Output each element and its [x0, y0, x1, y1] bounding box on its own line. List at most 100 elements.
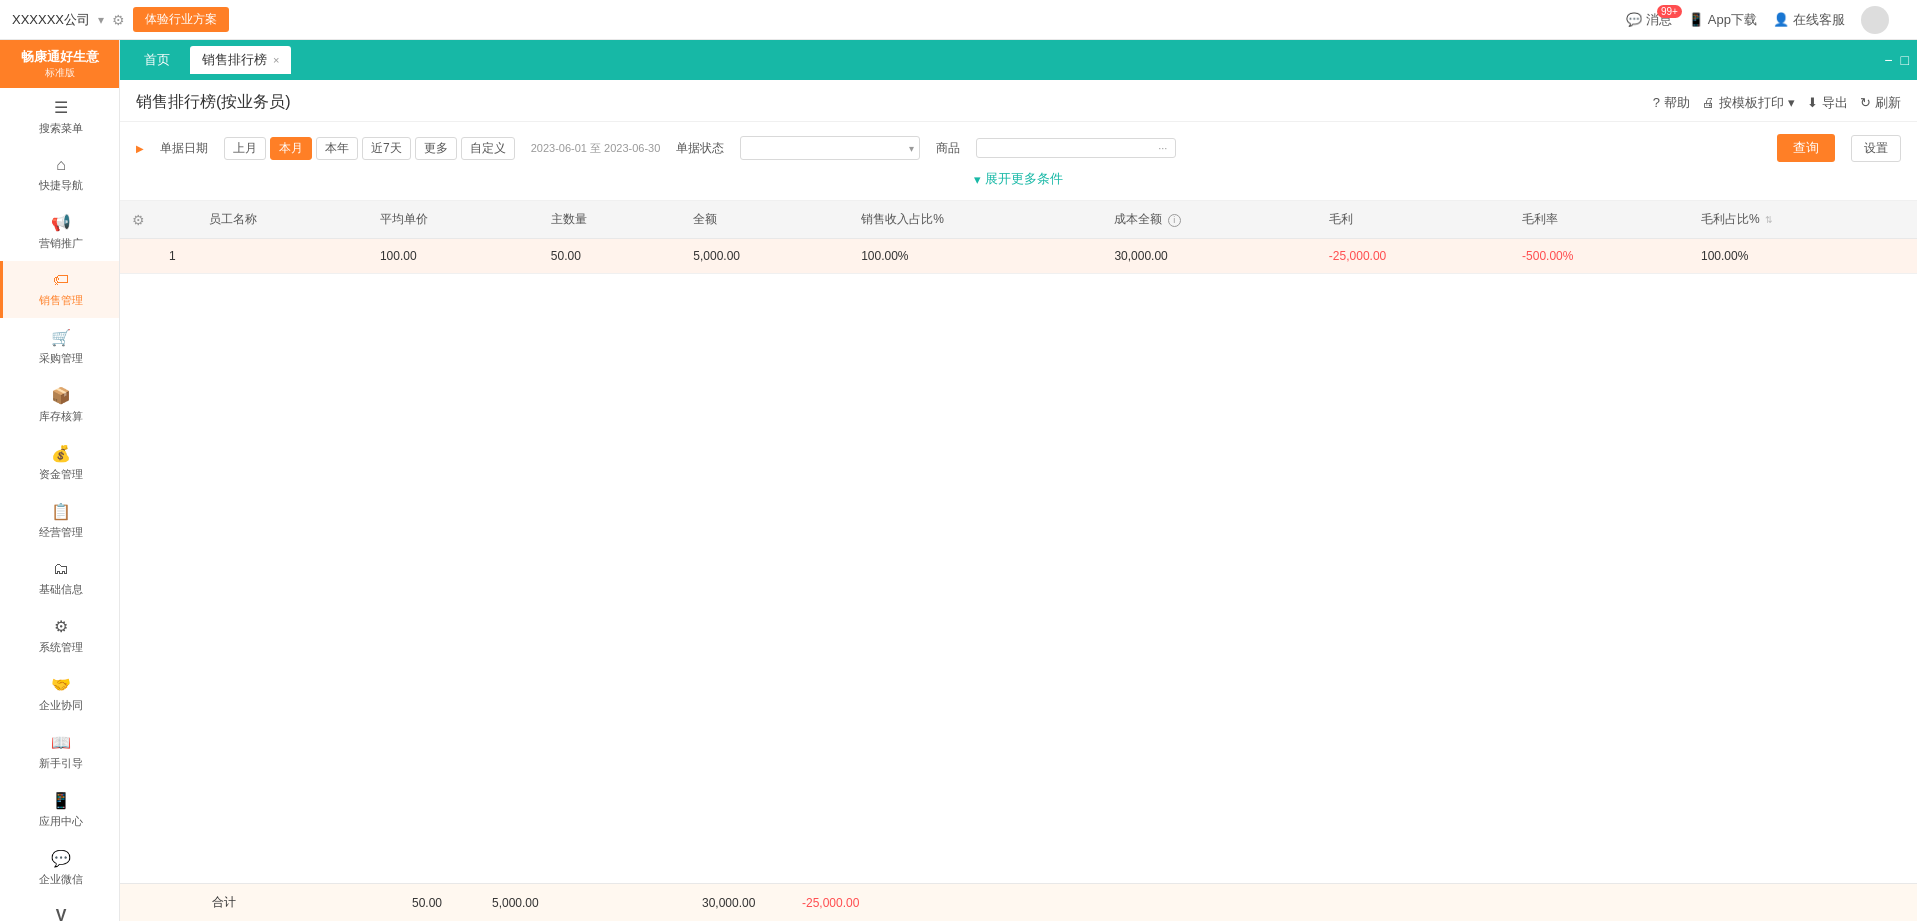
cell-profit: -25,000.00 — [1317, 239, 1510, 274]
help-icon: ? — [1653, 95, 1660, 110]
app-label: App下载 — [1708, 11, 1757, 29]
company-dropdown-icon[interactable]: ▾ — [98, 13, 104, 27]
table-footer: 合计 50.00 5,000.00 30,000.00 -25,000.00 — [120, 883, 1917, 921]
search-menu-icon: ☰ — [54, 98, 68, 117]
sidebar-item-wechat[interactable]: 💬 企业微信 — [0, 839, 119, 897]
sidebar-item-system-label: 系统管理 — [39, 640, 83, 655]
cell-employee — [197, 239, 368, 274]
profit-pct-sort-icon[interactable]: ⇅ — [1765, 215, 1773, 225]
app-download-button[interactable]: 📱 App下载 — [1688, 11, 1757, 29]
apps-icon: 📱 — [51, 791, 71, 810]
help-button[interactable]: ? 帮助 — [1653, 94, 1690, 112]
col-profit: 毛利 — [1317, 201, 1510, 239]
col-qty: 主数量 — [539, 201, 681, 239]
topbar-gear-icon[interactable]: ⚙ — [112, 12, 125, 28]
tab-sales-ranking[interactable]: 销售排行榜 × — [190, 46, 291, 74]
settings-button[interactable]: 设置 — [1851, 135, 1901, 162]
refresh-button[interactable]: ↻ 刷新 — [1860, 94, 1901, 112]
trial-button[interactable]: 体验行业方案 — [133, 7, 229, 32]
sidebar-item-search[interactable]: ☰ 搜索菜单 — [0, 88, 119, 146]
tab-bar-right: − □ — [1884, 52, 1909, 68]
operation-icon: 📋 — [51, 502, 71, 521]
sidebar-item-coop[interactable]: 🤝 企业协同 — [0, 665, 119, 723]
sidebar-item-sales[interactable]: 🏷 销售管理 — [0, 261, 119, 318]
data-table: ⚙ 员工名称 平均单价 主数量 全额 销售收入占比% 成本全额 i 毛利 毛利率 — [120, 201, 1917, 274]
tab-maximize-icon[interactable]: □ — [1901, 52, 1909, 68]
filter-row-1: ▶ 单据日期 上月 本月 本年 近7天 更多 自定义 2023-06-01 至 … — [136, 134, 1901, 162]
logo-line1: 畅康通好生意 — [21, 48, 99, 66]
sidebar-item-member[interactable]: V 畅会员 — [0, 897, 119, 921]
logo-line2: 标准版 — [45, 66, 75, 80]
company-name: XXXXXX公司 — [12, 11, 90, 29]
expand-icon: ▾ — [974, 172, 981, 187]
expand-row: ▾ 展开更多条件 — [136, 170, 1901, 188]
sidebar-item-purchase[interactable]: 🛒 采购管理 — [0, 318, 119, 376]
tab-bar: 首页 销售排行榜 × − □ — [120, 40, 1917, 80]
status-label: 单据状态 — [676, 140, 724, 157]
cell-profit-rate: -500.00% — [1510, 239, 1689, 274]
sidebar-item-quick-nav[interactable]: ⌂ 快捷导航 — [0, 146, 119, 203]
sidebar-item-coop-label: 企业协同 — [39, 698, 83, 713]
message-button[interactable]: 💬 消息 99+ — [1626, 11, 1672, 29]
sidebar-item-guide[interactable]: 📖 新手引导 — [0, 723, 119, 781]
cell-profit-pct: 100.00% — [1689, 239, 1917, 274]
topbar: XXXXXX公司 ▾ ⚙ 体验行业方案 💬 消息 99+ 📱 App下载 👤 在… — [0, 0, 1917, 40]
footer-amount: 5,000.00 — [492, 896, 582, 910]
col-rank — [157, 201, 197, 239]
date-label: 单据日期 — [160, 140, 208, 157]
this-month-btn[interactable]: 本月 — [270, 137, 312, 160]
sidebar-item-finance-label: 资金管理 — [39, 467, 83, 482]
marketing-icon: 📢 — [51, 213, 71, 232]
export-button[interactable]: ⬇ 导出 — [1807, 94, 1848, 112]
cell-settings — [120, 239, 157, 274]
cell-amount: 5,000.00 — [681, 239, 849, 274]
col-avg-price: 平均单价 — [368, 201, 539, 239]
this-year-btn[interactable]: 本年 — [316, 137, 358, 160]
date-filter-group: 上月 本月 本年 近7天 更多 自定义 — [224, 137, 515, 160]
filter-toggle-icon[interactable]: ▶ — [136, 143, 144, 154]
sidebar-item-inventory[interactable]: 📦 库存核算 — [0, 376, 119, 434]
sidebar-item-apps[interactable]: 📱 应用中心 — [0, 781, 119, 839]
topbar-left: XXXXXX公司 ▾ ⚙ 体验行业方案 — [12, 7, 1626, 32]
cost-info-icon[interactable]: i — [1168, 214, 1181, 227]
query-button[interactable]: 查询 — [1777, 134, 1835, 162]
tab-close-icon[interactable]: × — [273, 54, 279, 66]
table-header-row: ⚙ 员工名称 平均单价 主数量 全额 销售收入占比% 成本全额 i 毛利 毛利率 — [120, 201, 1917, 239]
tab-home[interactable]: 首页 — [128, 40, 186, 80]
sidebar-item-sales-label: 销售管理 — [39, 293, 83, 308]
sales-icon: 🏷 — [53, 271, 69, 289]
sidebar-item-finance[interactable]: 💰 资金管理 — [0, 434, 119, 492]
filter-area: ▶ 单据日期 上月 本月 本年 近7天 更多 自定义 2023-06-01 至 … — [120, 122, 1917, 201]
page-body: ⚙ 员工名称 平均单价 主数量 全额 销售收入占比% 成本全额 i 毛利 毛利率 — [120, 201, 1917, 921]
tab-minimize-icon[interactable]: − — [1884, 52, 1892, 68]
status-select[interactable] — [740, 136, 920, 160]
sidebar-item-operation-label: 经营管理 — [39, 525, 83, 540]
service-label: 在线客服 — [1793, 11, 1845, 29]
goods-filter[interactable]: ··· — [976, 138, 1176, 158]
print-button[interactable]: 🖨 按模板打印 ▾ — [1702, 94, 1795, 112]
col-cost: 成本全额 i — [1102, 201, 1316, 239]
online-service-button[interactable]: 👤 在线客服 — [1773, 11, 1845, 29]
col-profit-rate: 毛利率 — [1510, 201, 1689, 239]
sidebar-item-search-label: 搜索菜单 — [39, 121, 83, 136]
col-settings[interactable]: ⚙ — [120, 201, 157, 239]
sidebar-item-operation[interactable]: 📋 经营管理 — [0, 492, 119, 550]
last-month-btn[interactable]: 上月 — [224, 137, 266, 160]
service-icon: 👤 — [1773, 12, 1789, 27]
custom-date-btn[interactable]: 自定义 — [461, 137, 515, 160]
user-avatar[interactable] — [1861, 6, 1889, 34]
sidebar-item-marketing-label: 营销推广 — [39, 236, 83, 251]
goods-filter-more: ··· — [1158, 142, 1167, 154]
more-date-btn[interactable]: 更多 — [415, 137, 457, 160]
sidebar-item-basic[interactable]: 🗂 基础信息 — [0, 550, 119, 607]
sidebar-item-marketing[interactable]: 📢 营销推广 — [0, 203, 119, 261]
last7-btn[interactable]: 近7天 — [362, 137, 411, 160]
expand-more-button[interactable]: ▾ 展开更多条件 — [974, 170, 1063, 188]
inventory-icon: 📦 — [51, 386, 71, 405]
cell-qty: 50.00 — [539, 239, 681, 274]
sidebar: 畅康通好生意 标准版 ☰ 搜索菜单 ⌂ 快捷导航 📢 营销推广 🏷 销售管理 🛒… — [0, 40, 120, 921]
footer-profit: -25,000.00 — [802, 896, 902, 910]
sidebar-item-system[interactable]: ⚙ 系统管理 — [0, 607, 119, 665]
page-header: 销售排行榜(按业务员) ? 帮助 🖨 按模板打印 ▾ ⬇ 导出 — [120, 80, 1917, 122]
system-icon: ⚙ — [54, 617, 68, 636]
